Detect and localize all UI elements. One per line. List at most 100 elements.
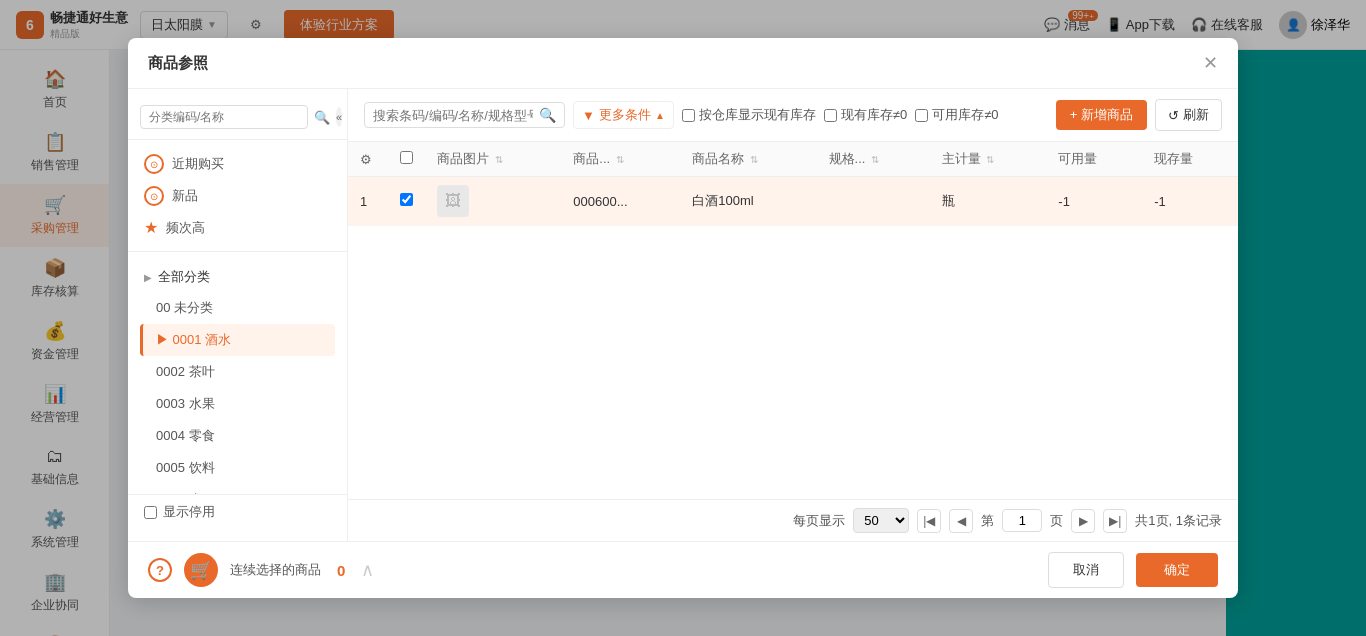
warehouse-filter-text: 按仓库显示现有库存 (699, 106, 816, 124)
page-first-button[interactable]: |◀ (917, 509, 941, 533)
page-input[interactable] (1002, 509, 1042, 532)
page-next-button[interactable]: ▶ (1071, 509, 1095, 533)
quick-item-frequent[interactable]: ★ 频次高 (128, 212, 347, 243)
quick-item-new[interactable]: ⊙ 新品 (128, 180, 347, 212)
table-row[interactable]: 1 🖼 000600... 白酒100ml (348, 177, 1238, 226)
page-size-label: 每页显示 (793, 512, 845, 530)
quick-item-recent[interactable]: ⊙ 近期购买 (128, 148, 347, 180)
continuous-label: 连续选择的商品 (230, 561, 321, 579)
page-last-button[interactable]: ▶| (1103, 509, 1127, 533)
col-code: 商品... ⇅ (561, 142, 680, 177)
row-code: 000600... (561, 177, 680, 226)
category-item-00[interactable]: 00 未分类 (140, 292, 335, 324)
warehouse-filter-checkbox[interactable] (682, 109, 695, 122)
category-item-0005[interactable]: 0005 饮料 (140, 452, 335, 484)
new-icon: ⊙ (144, 186, 164, 206)
category-item-0003[interactable]: 0003 水果 (140, 388, 335, 420)
page-suffix: 页 (1050, 512, 1063, 530)
col-available: 可用量 (1046, 142, 1142, 177)
page-label: 第 (981, 512, 994, 530)
display-disabled-toggle[interactable]: 显示停用 (128, 494, 347, 529)
add-product-button[interactable]: + 新增商品 (1056, 100, 1147, 130)
recent-icon: ⊙ (144, 154, 164, 174)
quick-item-frequent-label: 频次高 (166, 219, 205, 237)
category-all-item[interactable]: ▶ 全部分类 (140, 262, 335, 292)
expand-all-icon: ▶ (144, 272, 152, 283)
row-image-cell: 🖼 (425, 177, 561, 226)
filter-icon: ▼ (582, 108, 595, 123)
col-spec-label: 规格... (829, 151, 866, 166)
refresh-button[interactable]: ↺ 刷新 (1155, 99, 1222, 131)
cart-icon[interactable]: 🛒 (184, 553, 218, 587)
filter-btn-label: 更多条件 (599, 106, 651, 124)
modal-footer: ? 🛒 连续选择的商品 0 ∧ 取消 确定 (128, 541, 1238, 598)
pagination-bar: 每页显示 50 20 100 |◀ ◀ 第 页 ▶ ▶| 共1页, 1 (348, 499, 1238, 541)
usable-filter-label[interactable]: 可用库存≠0 (915, 106, 998, 124)
usable-filter-checkbox[interactable] (915, 109, 928, 122)
col-image-label: 商品图片 (437, 151, 489, 166)
warehouse-filter-label[interactable]: 按仓库显示现有库存 (682, 106, 816, 124)
product-reference-modal: 商品参照 ✕ 🔍 « ⊙ 近期购买 (128, 38, 1238, 598)
star-icon: ★ (144, 218, 158, 237)
available-filter-label[interactable]: 现有库存≠0 (824, 106, 907, 124)
modal-toolbar: 🔍 ▼ 更多条件 ▲ 按仓库显示现有库存 现有库存≠0 (348, 89, 1238, 142)
row-available: -1 (1046, 177, 1142, 226)
product-search-input[interactable] (373, 108, 533, 123)
select-all-checkbox[interactable] (400, 151, 413, 164)
col-image: 商品图片 ⇅ (425, 142, 561, 177)
col-unit-label: 主计量 (942, 151, 981, 166)
col-name: 商品名称 ⇅ (680, 142, 816, 177)
sort-spec-icon: ⇅ (871, 154, 879, 165)
confirm-button[interactable]: 确定 (1136, 553, 1218, 587)
table-header: ⚙ 商品图片 ⇅ (348, 142, 1238, 177)
sort-unit-icon: ⇅ (986, 154, 994, 165)
collapse-sidebar-button[interactable]: « (336, 107, 342, 127)
col-unit: 主计量 ⇅ (930, 142, 1047, 177)
col-stock-label: 现存量 (1154, 151, 1193, 166)
row-checkbox[interactable] (400, 193, 413, 206)
col-available-label: 可用量 (1058, 151, 1097, 166)
category-item-0002[interactable]: 0002 茶叶 (140, 356, 335, 388)
page-size-select[interactable]: 50 20 100 (853, 508, 909, 533)
settings-gear-icon[interactable]: ⚙ (360, 152, 372, 167)
category-item-0008[interactable]: 0008 水 (140, 484, 335, 494)
display-disabled-label: 显示停用 (163, 503, 215, 521)
product-table-container: ⚙ 商品图片 ⇅ (348, 142, 1238, 541)
help-button[interactable]: ? (148, 558, 172, 582)
row-checkbox-cell (388, 177, 425, 226)
page-prev-button[interactable]: ◀ (949, 509, 973, 533)
row-unit: 瓶 (930, 177, 1047, 226)
sort-image-icon: ⇅ (495, 154, 503, 165)
col-check (388, 142, 425, 177)
product-table: ⚙ 商品图片 ⇅ (348, 142, 1238, 226)
category-search-area: 🔍 « (128, 101, 347, 140)
modal-overlay: 商品参照 ✕ 🔍 « ⊙ 近期购买 (0, 0, 1366, 636)
category-search-input[interactable] (140, 105, 308, 129)
refresh-icon: ↺ (1168, 108, 1179, 123)
quick-item-new-label: 新品 (172, 187, 198, 205)
col-code-label: 商品... (573, 151, 610, 166)
row-spec (817, 177, 930, 226)
row-no: 1 (348, 177, 388, 226)
available-filter-checkbox[interactable] (824, 109, 837, 122)
cancel-button[interactable]: 取消 (1048, 552, 1124, 588)
usable-filter-text: 可用库存≠0 (932, 106, 998, 124)
table-scroll-area[interactable]: ⚙ 商品图片 ⇅ (348, 142, 1238, 499)
total-pages-text: 共1页, 1条记录 (1135, 512, 1222, 530)
category-list: ▶ 全部分类 00 未分类 ▶ 0001 酒水 0002 茶叶 0003 水果 … (128, 252, 347, 494)
col-stock: 现存量 (1142, 142, 1238, 177)
display-disabled-checkbox[interactable] (144, 506, 157, 519)
row-name: 白酒100ml (680, 177, 816, 226)
more-filters-button[interactable]: ▼ 更多条件 ▲ (573, 101, 674, 129)
col-no: ⚙ (348, 142, 388, 177)
close-icon[interactable]: ✕ (1203, 52, 1218, 74)
category-item-0004[interactable]: 0004 零食 (140, 420, 335, 452)
table-body: 1 🖼 000600... 白酒100ml (348, 177, 1238, 226)
category-item-0001[interactable]: ▶ 0001 酒水 (140, 324, 335, 356)
category-search-icon[interactable]: 🔍 (314, 110, 330, 125)
product-search-box: 🔍 (364, 102, 565, 128)
search-icon[interactable]: 🔍 (539, 107, 556, 123)
collapse-cart-icon[interactable]: ∧ (361, 559, 374, 581)
product-image-placeholder: 🖼 (437, 185, 469, 217)
modal-body: 🔍 « ⊙ 近期购买 ⊙ 新品 ★ 频次高 (128, 89, 1238, 541)
